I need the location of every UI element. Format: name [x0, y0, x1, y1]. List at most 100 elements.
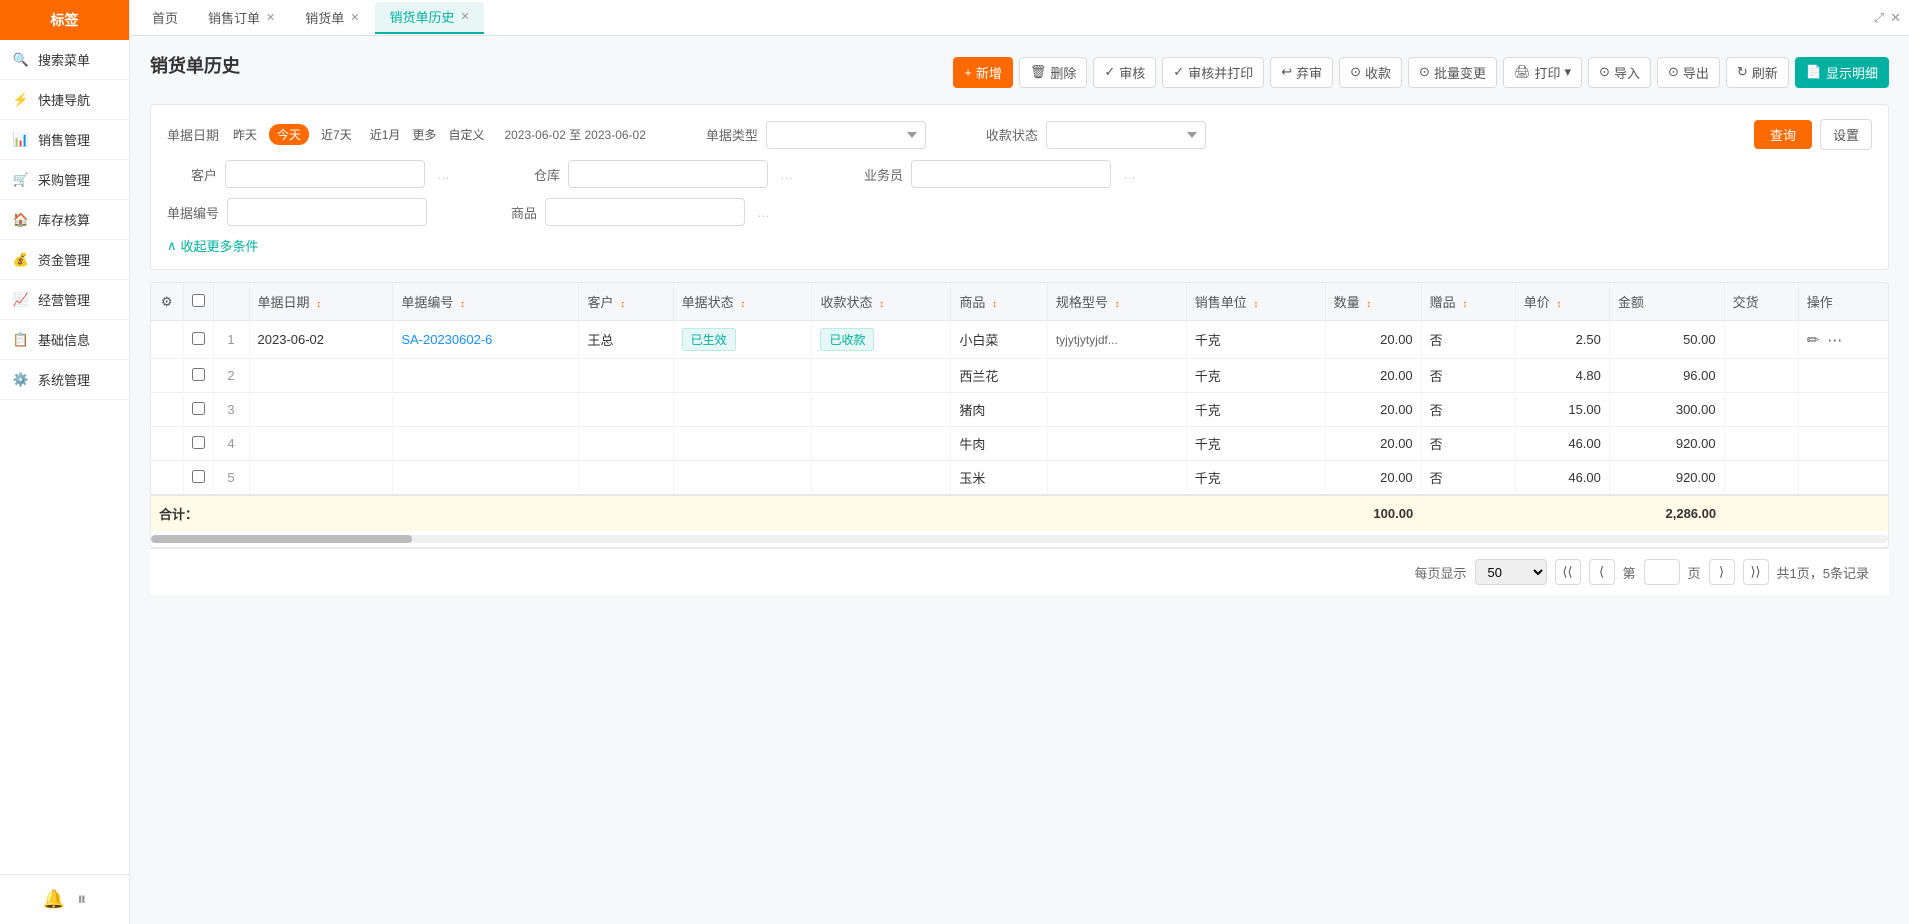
tab-sales-history[interactable]: 销货单历史 ✕ [375, 2, 483, 34]
td-spec [1047, 461, 1186, 496]
export-button[interactable]: ⊙ 导出 [1657, 57, 1720, 88]
td-qty: 20.00 [1325, 393, 1421, 427]
sidebar-item-finance-mgmt[interactable]: 💰 资金管理 [0, 240, 129, 280]
date-shortcuts: 昨天 今天 近7天 近1月 更多 自定义 [227, 124, 490, 145]
select-all-checkbox[interactable] [192, 294, 205, 307]
tab-home[interactable]: 首页 [138, 2, 192, 34]
last-page-button[interactable]: ⟩⟩ [1743, 559, 1769, 585]
doc-no-link[interactable]: SA-20230602-6 [401, 332, 492, 347]
sidebar-item-label: 搜索菜单 [38, 50, 90, 69]
batch-change-button[interactable]: ⊙ 批量变更 [1408, 57, 1497, 88]
tab-bar-right: ⤢ ✕ [1874, 10, 1901, 26]
td-date [249, 359, 393, 393]
filter-goods-input[interactable] [545, 198, 745, 226]
th-transaction: 交货 [1724, 283, 1798, 321]
tab-sales-order-close[interactable]: ✕ [266, 11, 275, 24]
sidebar-item-quick-nav[interactable]: ⚡ 快捷导航 [0, 80, 129, 120]
sidebar-item-ops-mgmt[interactable]: 📈 经营管理 [0, 280, 129, 320]
td-gift: 否 [1421, 321, 1515, 359]
row-checkbox-4[interactable] [192, 470, 205, 483]
edit-icon[interactable]: ✏ [1807, 331, 1820, 349]
collect-button[interactable]: ⊙ 收款 [1339, 57, 1402, 88]
sidebar-item-sys-mgmt[interactable]: ⚙️ 系统管理 [0, 360, 129, 400]
discard-button[interactable]: ↩ 弃审 [1270, 57, 1333, 88]
next-page-button[interactable]: ⟩ [1709, 559, 1735, 585]
sort-gift-icon[interactable]: ↕ [1462, 299, 1467, 310]
sort-collectstatus-icon[interactable]: ↕ [879, 299, 884, 310]
filter-salesperson-group: 业务员 … [853, 160, 1136, 188]
sort-customer-icon[interactable]: ↕ [620, 299, 625, 310]
sort-unit-icon[interactable]: ↕ [1253, 299, 1258, 310]
page-number-input[interactable]: 1 [1644, 559, 1680, 585]
td-gear [151, 393, 183, 427]
horizontal-scrollbar[interactable] [151, 535, 1888, 543]
sort-docstatus-icon[interactable]: ↕ [740, 299, 745, 310]
total-info: 共1页，5条记录 [1777, 563, 1869, 582]
th-collectstatus: 收款状态 ↕ [812, 283, 951, 321]
query-button[interactable]: 查询 [1754, 120, 1812, 149]
filter-collect-select[interactable] [1046, 121, 1206, 149]
sort-date-icon[interactable]: ↕ [316, 299, 321, 310]
sidebar-item-inventory[interactable]: 🏠 库存核算 [0, 200, 129, 240]
sort-spec-icon[interactable]: ↕ [1114, 299, 1119, 310]
print-dropdown-icon: ▾ [1565, 64, 1572, 80]
date-btn-yesterday[interactable]: 昨天 [227, 124, 263, 145]
summary-row: 合计： 100.00 2,286.00 [151, 495, 1888, 531]
sidebar-bottom-icon2[interactable]: ⏸ [77, 889, 86, 910]
tab-sales-order[interactable]: 销售订单 ✕ [194, 2, 289, 34]
date-btn-custom[interactable]: 自定义 [442, 124, 490, 145]
sidebar-bottom-icon1[interactable]: 🔔 [43, 889, 65, 910]
tab-maximize-icon[interactable]: ⤢ [1874, 10, 1884, 26]
more-action-icon[interactable]: ⋯ [1827, 331, 1842, 349]
date-btn-today[interactable]: 今天 [269, 124, 309, 145]
sidebar-item-search-menu[interactable]: 🔍 搜索菜单 [0, 40, 129, 80]
td-docstatus [673, 359, 812, 393]
print-button[interactable]: 🖨 打印 ▾ [1503, 57, 1582, 88]
row-checkbox-1[interactable] [192, 368, 205, 381]
row-checkbox-2[interactable] [192, 402, 205, 415]
date-btn-1month[interactable]: 近1月 [364, 124, 407, 145]
filter-warehouse-input[interactable] [568, 160, 768, 188]
inventory-icon: 🏠 [12, 211, 30, 229]
tab-sales-goods[interactable]: 销货单 ✕ [291, 2, 373, 34]
filter-doctype-select[interactable] [766, 121, 926, 149]
sidebar-item-sales-mgmt[interactable]: 📊 销售管理 [0, 120, 129, 160]
sort-qty-icon[interactable]: ↕ [1366, 299, 1371, 310]
sidebar-item-basic-info[interactable]: 📋 基础信息 [0, 320, 129, 360]
summary-transaction [1724, 495, 1798, 531]
settings-button[interactable]: 设置 [1820, 119, 1872, 150]
row-checkbox-3[interactable] [192, 436, 205, 449]
tab-sales-history-close[interactable]: ✕ [461, 10, 470, 23]
row-checkbox-0[interactable] [192, 332, 205, 345]
tab-close-all-icon[interactable]: ✕ [1890, 10, 1901, 26]
tab-sales-goods-close[interactable]: ✕ [350, 11, 359, 24]
filter-salesperson-input[interactable] [911, 160, 1111, 188]
import-button[interactable]: ⊙ 导入 [1588, 57, 1651, 88]
filter-warehouse-label: 仓库 [510, 165, 560, 184]
th-amount-label: 金额 [1618, 295, 1644, 310]
gear-icon[interactable]: ⚙ [161, 294, 173, 309]
filter-customer-input[interactable] [225, 160, 425, 188]
approve-button[interactable]: ✓ 审核 [1093, 57, 1156, 88]
prev-page-button[interactable]: ⟨ [1589, 559, 1615, 585]
approve-print-button[interactable]: ✓ 审核并打印 [1162, 57, 1264, 88]
refresh-button[interactable]: ↻ 刷新 [1726, 57, 1789, 88]
td-check [183, 461, 213, 496]
scrollbar-thumb[interactable] [151, 535, 412, 543]
sort-goods-icon[interactable]: ↕ [992, 299, 997, 310]
show-detail-button[interactable]: 📄 显示明细 [1795, 57, 1889, 88]
date-btn-7days[interactable]: 近7天 [315, 124, 358, 145]
per-page-select[interactable]: 50 100 200 [1475, 559, 1547, 585]
sort-docno-icon[interactable]: ↕ [460, 299, 465, 310]
filter-docno-input[interactable] [227, 198, 427, 226]
add-button[interactable]: + 新增 [953, 57, 1013, 88]
delete-button[interactable]: 🗑 删除 [1019, 57, 1088, 88]
sidebar-item-purchase-mgmt[interactable]: 🛒 采购管理 [0, 160, 129, 200]
filter-row-3: 单据编号 商品 … [167, 198, 1872, 226]
table-row: 4 牛肉 千克 20.00 否 46.00 920.00 [151, 427, 1888, 461]
td-docno [393, 427, 579, 461]
first-page-button[interactable]: ⟨⟨ [1555, 559, 1581, 585]
collapse-button[interactable]: ∧ 收起更多条件 [167, 236, 1872, 255]
date-btn-more[interactable]: 更多 [412, 126, 436, 143]
sort-unitprice-icon[interactable]: ↕ [1556, 299, 1561, 310]
